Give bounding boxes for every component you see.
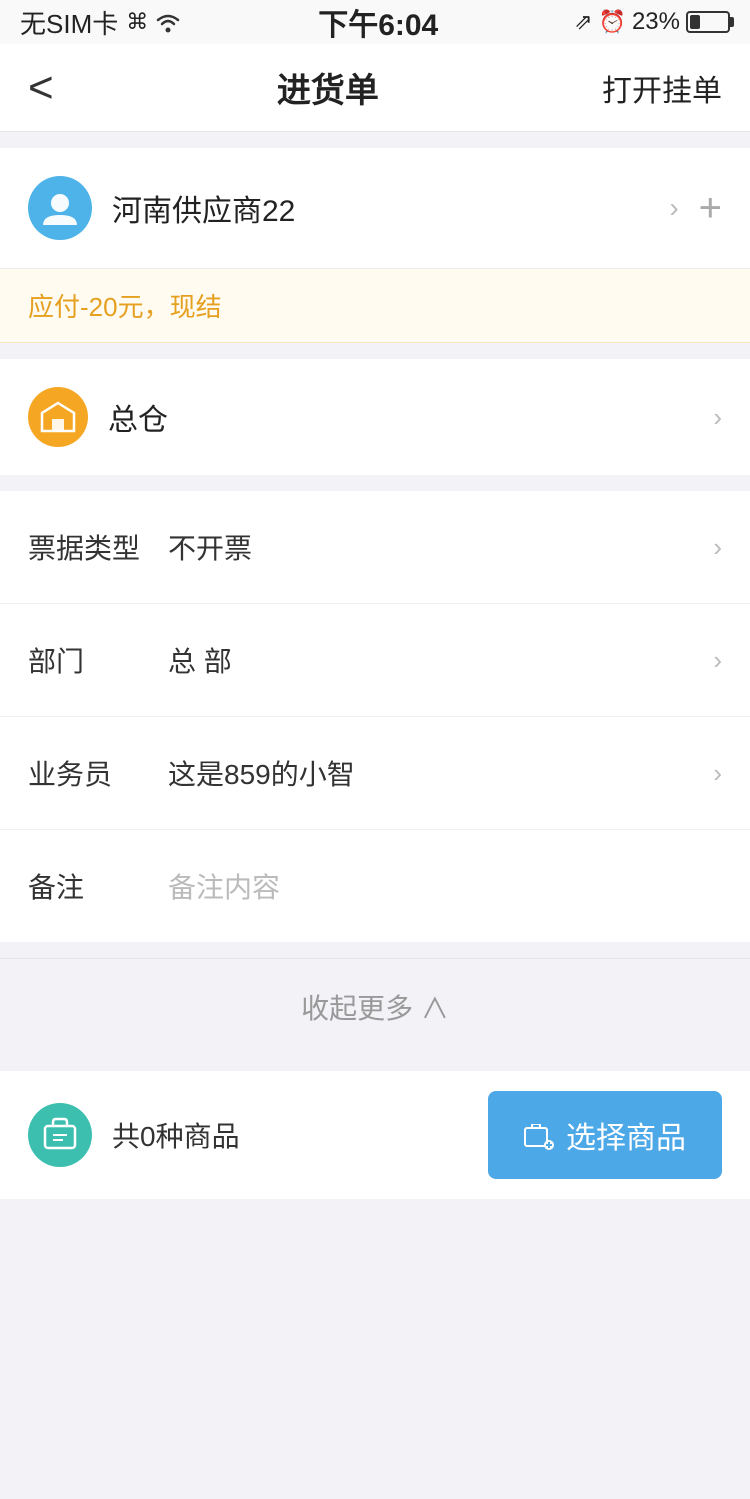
warehouse-card: 总仓 › xyxy=(0,359,750,475)
open-pending-button[interactable]: 打开挂单 xyxy=(602,66,722,110)
product-icon-wrap xyxy=(28,1103,92,1167)
ticket-value: 不开票 xyxy=(148,527,713,567)
add-supplier-button[interactable]: + xyxy=(699,186,722,231)
avatar-icon xyxy=(39,187,81,229)
department-value: 总 部 xyxy=(148,640,713,680)
alarm-icon: ⏰ xyxy=(599,9,626,35)
salesperson-label: 业务员 xyxy=(28,753,148,793)
department-chevron-icon: › xyxy=(713,645,722,676)
nav-bar: < 进货单 打开挂单 xyxy=(0,44,750,132)
form-row-department[interactable]: 部门 总 部 › xyxy=(0,604,750,717)
supplier-name: 河南供应商22 xyxy=(112,186,669,230)
battery-percent: 23% xyxy=(632,8,680,36)
warehouse-name: 总仓 xyxy=(108,395,713,439)
salesperson-value: 这是859的小智 xyxy=(148,753,713,793)
battery-icon xyxy=(686,11,730,33)
form-row-salesperson[interactable]: 业务员 这是859的小智 › xyxy=(0,717,750,830)
bottom-bar: 共0种商品 选择商品 xyxy=(0,1071,750,1199)
warehouse-chevron-icon: › xyxy=(713,402,722,433)
notice-row: 应付-20元，现结 xyxy=(0,269,750,343)
ticket-chevron-icon: › xyxy=(713,532,722,563)
status-left: 无SIM卡 ⌘ xyxy=(20,4,182,41)
warehouse-icon-wrap xyxy=(28,387,88,447)
form-card: 票据类型 不开票 › 部门 总 部 › 业务员 这是859的小智 › 备注 备注… xyxy=(0,491,750,942)
salesperson-chevron-icon: › xyxy=(713,758,722,789)
notice-text: 应付-20元，现结 xyxy=(28,292,222,322)
content: 河南供应商22 › + 应付-20元，现结 总仓 › 票据类型 不开票 › xyxy=(0,132,750,1499)
remark-label: 备注 xyxy=(28,866,148,906)
ticket-label: 票据类型 xyxy=(28,527,148,567)
separator2 xyxy=(0,1055,750,1071)
warehouse-row[interactable]: 总仓 › xyxy=(0,359,750,475)
form-row-ticket[interactable]: 票据类型 不开票 › xyxy=(0,491,750,604)
form-row-remark[interactable]: 备注 备注内容 xyxy=(0,830,750,942)
select-btn-icon xyxy=(524,1119,554,1151)
product-count: 共0种商品 xyxy=(112,1115,488,1155)
status-time: 下午6:04 xyxy=(318,0,438,44)
collapse-row[interactable]: 收起更多 ∧ xyxy=(0,958,750,1055)
wifi-icon: ⌘ xyxy=(126,9,182,35)
supplier-avatar xyxy=(28,176,92,240)
status-bar: 无SIM卡 ⌘ 下午6:04 ⇗ ⏰ 23% xyxy=(0,0,750,44)
warehouse-icon xyxy=(40,399,76,435)
status-right: ⇗ ⏰ 23% xyxy=(574,8,730,36)
department-label: 部门 xyxy=(28,640,148,680)
page-footer xyxy=(0,1199,750,1499)
remark-placeholder: 备注内容 xyxy=(148,866,722,906)
separator xyxy=(0,132,750,148)
nav-title: 进货单 xyxy=(277,63,379,112)
supplier-chevron-icon: › xyxy=(669,192,678,224)
collapse-label: 收起更多 ∧ xyxy=(301,993,449,1024)
supplier-row[interactable]: 河南供应商22 › + xyxy=(0,148,750,269)
product-icon xyxy=(41,1116,79,1154)
supplier-card: 河南供应商22 › + 应付-20元，现结 xyxy=(0,148,750,343)
select-product-button[interactable]: 选择商品 xyxy=(488,1091,722,1179)
location-icon: ⇗ xyxy=(574,9,592,35)
select-btn-label: 选择商品 xyxy=(566,1113,686,1157)
back-button[interactable]: < xyxy=(28,63,54,113)
carrier-label: 无SIM卡 xyxy=(20,4,118,41)
